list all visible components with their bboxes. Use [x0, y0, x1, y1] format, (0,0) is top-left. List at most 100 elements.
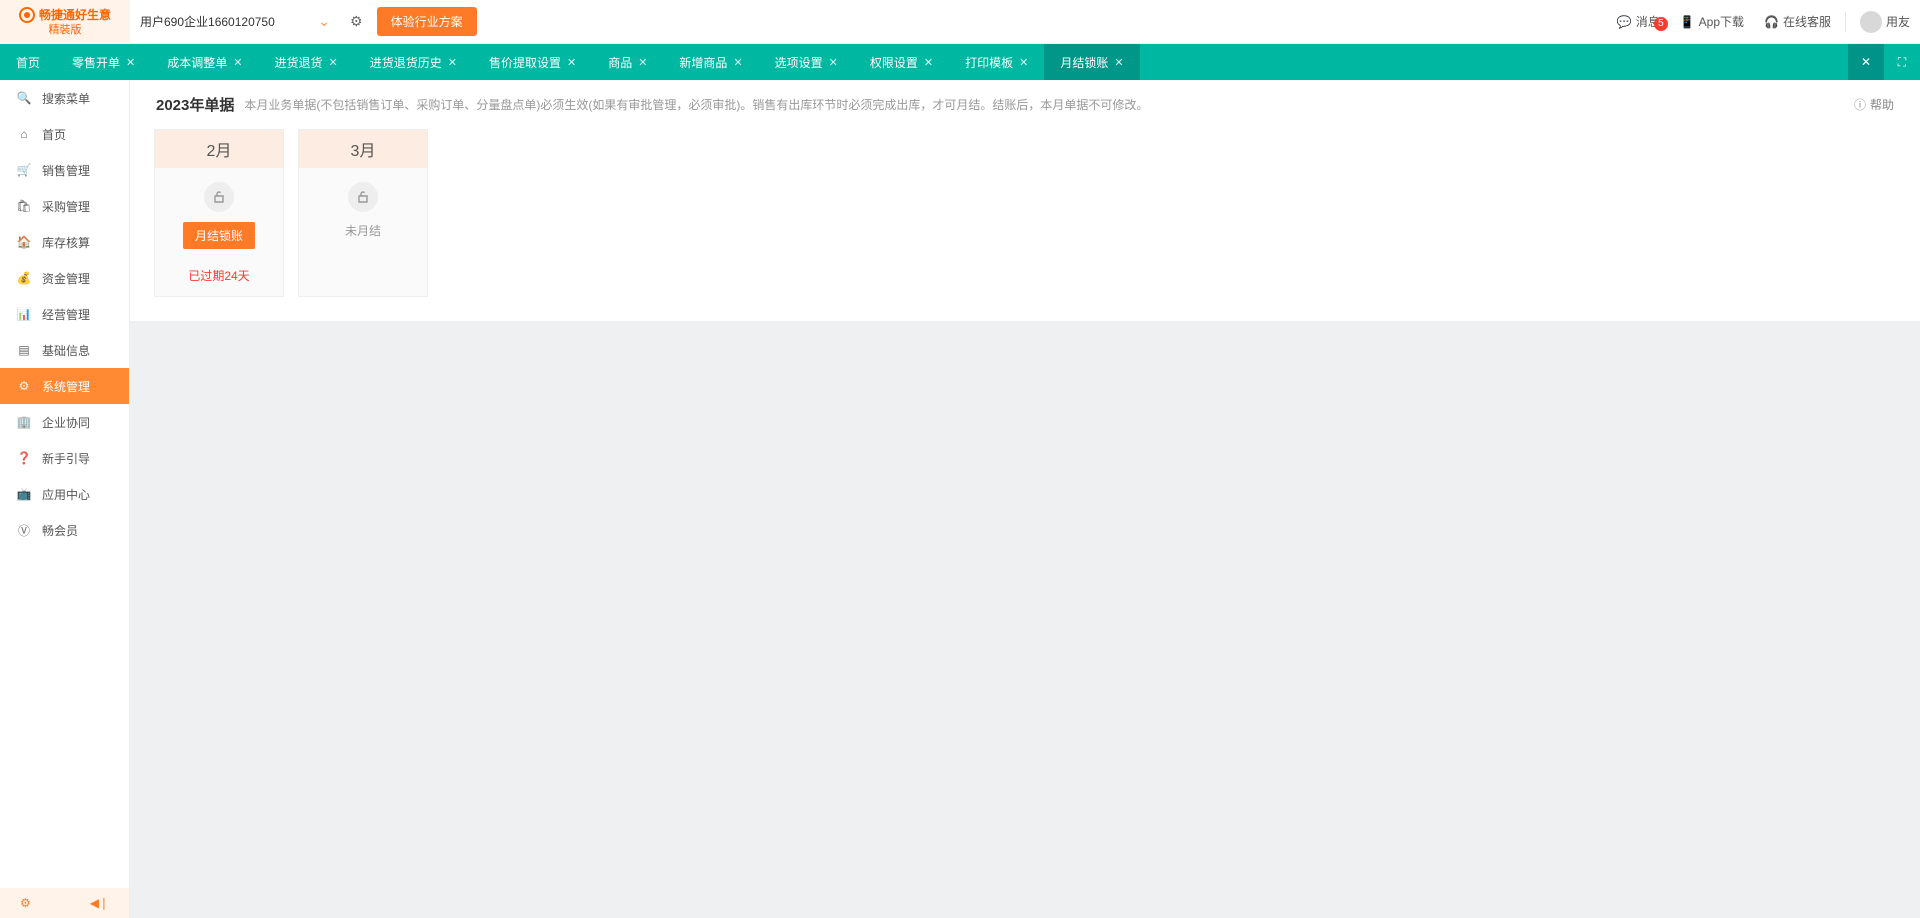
page-description: 本月业务单据(不包括销售订单、采购订单、分量盘点单)必须生效(如果有审批管理，必…: [244, 96, 1148, 113]
company-icon: 🏢: [16, 415, 32, 429]
tab-label: 售价提取设置: [489, 54, 561, 71]
tab-2[interactable]: 成本调整单 ✕: [151, 44, 258, 80]
sidebar-item-apps[interactable]: 📺 应用中心: [0, 476, 129, 512]
cart-icon: 🛒: [16, 163, 32, 177]
tab-9[interactable]: 权限设置✕: [854, 44, 949, 80]
org-selector[interactable]: 用户690企业1660120750 ⌄: [130, 13, 340, 30]
close-icon[interactable]: ✕: [733, 56, 742, 69]
unlock-icon: [204, 182, 234, 212]
sidebar-item-warehouse[interactable]: 🏠库存核算: [0, 224, 129, 260]
tab-11[interactable]: 月结锁账✕: [1044, 44, 1139, 80]
sidebar-item-label: 基础信息: [42, 342, 90, 359]
sidebar-item-label: 采购管理: [42, 198, 90, 215]
close-icon[interactable]: ✕: [829, 56, 838, 69]
month-close-panel: 2023年单据 本月业务单据(不包括销售订单、采购订单、分量盘点单)必须生效(如…: [130, 80, 1920, 321]
sidebar-item-label: 系统管理: [42, 378, 90, 395]
close-icon[interactable]: ✕: [448, 56, 457, 69]
sidebar-item-label: 资金管理: [42, 270, 90, 287]
month-card-body: 未月结: [299, 168, 427, 249]
tabs-close-all-button[interactable]: ✕: [1848, 44, 1884, 80]
tabs-bar: 首页零售开单✕成本调整单✕进货退货✕进货退货历史✕售价提取设置✕商品✕新增商品✕…: [0, 44, 1920, 80]
expand-icon: ⛶: [1898, 55, 1906, 70]
fullscreen-button[interactable]: ⛶: [1884, 44, 1920, 80]
sidebar-item-label: 畅会员: [42, 522, 78, 539]
user-name: 用友: [1886, 13, 1910, 30]
sidebar-item-search[interactable]: 🔍搜索菜单: [0, 80, 129, 116]
month-close-button[interactable]: 月结锁账: [183, 222, 255, 249]
sidebar-item-guide[interactable]: ❓新手引导: [0, 440, 129, 476]
close-icon[interactable]: ✕: [567, 56, 576, 69]
tab-7[interactable]: 新增商品✕: [663, 44, 758, 80]
close-icon[interactable]: ✕: [924, 56, 933, 69]
org-name: 用户690企业1660120750: [140, 13, 275, 30]
close-icon[interactable]: ✕: [233, 56, 242, 69]
headset-icon: 🎧: [1764, 15, 1779, 29]
messages-button[interactable]: 💬 消息 5: [1607, 13, 1670, 30]
messages-badge: 5: [1654, 17, 1668, 31]
apps-icon: 📺: [16, 487, 32, 501]
sidebar-item-company[interactable]: 🏢 企业协同: [0, 404, 129, 440]
home-icon: ⌂: [16, 127, 32, 141]
close-icon[interactable]: ✕: [1114, 56, 1123, 69]
money-icon: 💰: [16, 271, 32, 285]
tab-label: 成本调整单: [167, 54, 227, 71]
app-download-label: App下载: [1699, 13, 1744, 30]
sidebar-item-cart[interactable]: 🛒销售管理: [0, 152, 129, 188]
sidebar-item-label: 企业协同: [42, 414, 90, 431]
sidebar-item-report[interactable]: 📊经营管理: [0, 296, 129, 332]
sidebar-item-bag[interactable]: 🛍采购管理: [0, 188, 129, 224]
sidebar-item-system[interactable]: ⚙ 系统管理: [0, 368, 129, 404]
tab-0[interactable]: 首页: [0, 44, 56, 80]
close-icon[interactable]: ✕: [1019, 56, 1028, 69]
page-title: 2023年单据: [156, 94, 234, 115]
system-icon: ⚙: [16, 379, 32, 393]
sidebar-settings-button[interactable]: ⚙: [20, 896, 31, 910]
sidebar-item-money[interactable]: 💰 资金管理: [0, 260, 129, 296]
vip-icon: Ⓥ: [16, 522, 32, 539]
close-icon: ✕: [1861, 55, 1871, 69]
sidebar-item-vip[interactable]: Ⓥ 畅会员: [0, 512, 129, 548]
tab-label: 选项设置: [775, 54, 823, 71]
close-icon[interactable]: ✕: [638, 56, 647, 69]
sidebar-item-label: 首页: [42, 126, 66, 143]
month-card-body: 月结锁账: [155, 168, 283, 259]
gear-icon: ⚙: [20, 896, 31, 910]
online-service-button[interactable]: 🎧 在线客服: [1754, 13, 1841, 30]
tab-1[interactable]: 零售开单✕: [56, 44, 151, 80]
month-card-title: 2月: [155, 130, 283, 168]
tab-6[interactable]: 商品✕: [592, 44, 663, 80]
chevron-down-icon: ⌄: [318, 13, 330, 30]
avatar-icon: [1860, 11, 1882, 33]
org-settings-button[interactable]: ⚙: [340, 13, 373, 30]
brand-icon: [19, 7, 35, 23]
app-download-button[interactable]: 📱 App下载: [1670, 13, 1754, 30]
tab-label: 进货退货历史: [370, 54, 442, 71]
warehouse-icon: 🏠: [16, 235, 32, 249]
month-card-title: 3月: [299, 130, 427, 168]
tab-5[interactable]: 售价提取设置 ✕: [473, 44, 592, 80]
tab-label: 打印模板: [965, 54, 1013, 71]
close-icon[interactable]: ✕: [329, 56, 338, 69]
tab-4[interactable]: 进货退货历史 ✕: [354, 44, 473, 80]
guide-icon: ❓: [16, 451, 32, 465]
sidebar-item-data[interactable]: ▤基础信息: [0, 332, 129, 368]
tab-10[interactable]: 打印模板 ✕: [949, 44, 1044, 80]
sidebar-item-home[interactable]: ⌂ 首页: [0, 116, 129, 152]
brand-edition: 精裝版: [49, 21, 82, 37]
user-menu[interactable]: 用友: [1850, 11, 1920, 33]
close-icon[interactable]: ✕: [126, 56, 135, 69]
sidebar-item-label: 经营管理: [42, 306, 90, 323]
sidebar-item-label: 搜索菜单: [42, 90, 90, 107]
tab-8[interactable]: 选项设置 ✕: [759, 44, 854, 80]
sidebar-collapse-button[interactable]: ◀❘: [90, 896, 109, 910]
tab-3[interactable]: 进货退货✕: [258, 44, 353, 80]
sidebar-item-label: 应用中心: [42, 486, 90, 503]
sidebar: 🔍搜索菜单 ⌂ 首页 🛒销售管理🛍采购管理🏠库存核算 💰 资金管理 📊经营管理▤基础信息 ⚙ 系…: [0, 80, 130, 918]
month-card-0: 2月月结锁账已过期24天: [154, 129, 284, 297]
unlock-icon: [348, 182, 378, 212]
industry-plan-button[interactable]: 体验行业方案: [377, 7, 477, 36]
month-overdue-text: 已过期24天: [155, 259, 283, 296]
brand-logo: 畅捷通好生意 精裝版: [0, 0, 130, 44]
help-link[interactable]: ⓘ 帮助: [1854, 96, 1894, 113]
app-header: 畅捷通好生意 精裝版 用户690企业1660120750 ⌄ ⚙ 体验行业方案 …: [0, 0, 1920, 44]
